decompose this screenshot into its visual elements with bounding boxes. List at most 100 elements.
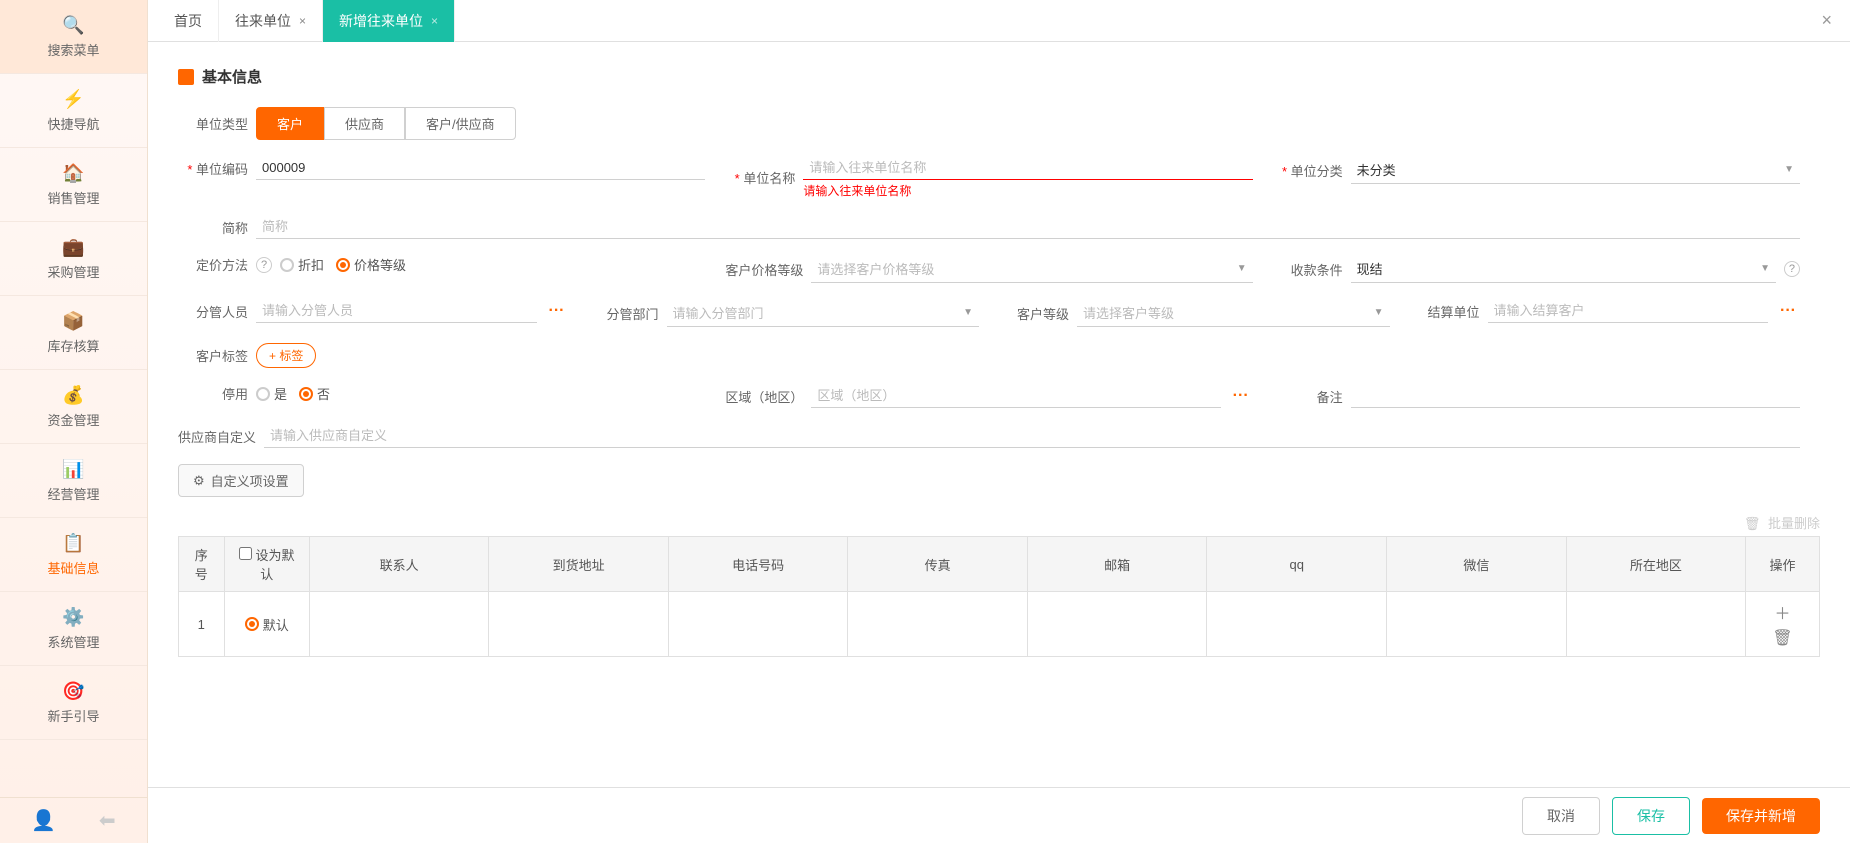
- remark-input[interactable]: [1351, 384, 1800, 408]
- tab-contacts[interactable]: 往来单位 ×: [219, 0, 323, 42]
- settlement-unit-more-btn[interactable]: ···: [1776, 302, 1800, 320]
- unit-category-select[interactable]: 未分类 ▼: [1351, 156, 1800, 184]
- batch-delete-label[interactable]: 批量删除: [1768, 516, 1820, 531]
- type-btn-supplier[interactable]: 供应商: [324, 107, 405, 140]
- tab-bar: 首页 往来单位 × 新增往来单位 × ×: [148, 0, 1850, 42]
- unit-code-input[interactable]: [256, 156, 705, 180]
- bottom-bar: 取消 保存 保存并新增: [148, 787, 1850, 843]
- sidebar-user-icon[interactable]: 👤: [31, 808, 56, 833]
- abbr-input[interactable]: [256, 215, 1800, 239]
- row-fax[interactable]: [848, 592, 1028, 657]
- tab-new-contact-close[interactable]: ×: [431, 14, 438, 28]
- sidebar-item-label: 采购管理: [47, 262, 99, 281]
- sidebar: 🔍 搜索菜单 ⚡ 快捷导航 🏠 销售管理 💼 采购管理 📦 库存核算 💰 资金管…: [0, 0, 148, 843]
- row-region-input[interactable]: [1577, 617, 1736, 632]
- unit-name-input[interactable]: [803, 156, 1252, 180]
- payment-terms-value: 现结: [1357, 259, 1756, 278]
- sidebar-item-guide[interactable]: 🎯 新手引导: [0, 666, 147, 740]
- sidebar-bottom: 👤 ⬅: [0, 797, 147, 843]
- save-and-new-button[interactable]: 保存并新增: [1702, 798, 1820, 834]
- department-placeholder: 请输入分管部门: [673, 303, 960, 322]
- col-wechat: 微信: [1387, 537, 1567, 592]
- sidebar-item-inventory[interactable]: 📦 库存核算: [0, 296, 147, 370]
- sidebar-expand-icon[interactable]: ⬅: [99, 808, 116, 833]
- type-btn-customer[interactable]: 客户: [256, 107, 324, 140]
- customer-level-select[interactable]: 请选择客户等级 ▼: [1077, 299, 1390, 327]
- unit-name-input-wrap: 请输入往来单位名称: [803, 156, 1252, 199]
- row-phone-input[interactable]: [679, 617, 838, 632]
- department-select[interactable]: 请输入分管部门 ▼: [667, 299, 980, 327]
- disabled-yes-radio[interactable]: 是: [256, 384, 287, 403]
- row-default-radio[interactable]: 默认: [235, 615, 299, 634]
- row-default: 默认: [224, 592, 309, 657]
- pricing-discount-radio[interactable]: 折扣: [280, 255, 324, 274]
- row-contact-input[interactable]: [320, 617, 479, 632]
- col-action: 操作: [1746, 537, 1820, 592]
- sidebar-item-label: 搜索菜单: [47, 40, 99, 59]
- row-address-input[interactable]: [499, 617, 658, 632]
- tab-new-contact[interactable]: 新增往来单位 ×: [323, 0, 455, 42]
- col-address: 到货地址: [489, 537, 669, 592]
- col-email: 邮箱: [1027, 537, 1207, 592]
- sidebar-item-operations[interactable]: 📊 经营管理: [0, 444, 147, 518]
- settlement-unit-group: 结算单位 ···: [1410, 299, 1821, 323]
- payment-terms-select[interactable]: 现结 ▼: [1351, 255, 1776, 283]
- pricing-radio-group: 折扣 价格等级: [280, 255, 406, 274]
- row-region[interactable]: [1566, 592, 1746, 657]
- sidebar-item-system[interactable]: ⚙️ 系统管理: [0, 592, 147, 666]
- add-tag-button[interactable]: + 标签: [256, 343, 316, 368]
- tab-contacts-close[interactable]: ×: [299, 14, 306, 28]
- tab-home[interactable]: 首页: [158, 0, 219, 42]
- row-email[interactable]: [1027, 592, 1207, 657]
- row-add-button[interactable]: ＋: [1771, 598, 1795, 626]
- pricing-method-group: 定价方法 ? 折扣 价格等级: [178, 255, 725, 274]
- region-input[interactable]: [811, 384, 1220, 408]
- disabled-no-radio[interactable]: 否: [299, 384, 330, 403]
- row-contact[interactable]: [309, 592, 489, 657]
- manager-more-btn[interactable]: ···: [545, 302, 569, 320]
- pricing-level-radio[interactable]: 价格等级: [336, 255, 406, 274]
- customer-level-arrow: ▼: [1374, 307, 1384, 318]
- cancel-button[interactable]: 取消: [1522, 797, 1600, 835]
- region-more-btn[interactable]: ···: [1229, 387, 1253, 405]
- row-wechat-input[interactable]: [1397, 617, 1556, 632]
- sidebar-item-quick-nav[interactable]: ⚡ 快捷导航: [0, 74, 147, 148]
- save-button[interactable]: 保存: [1612, 797, 1690, 835]
- abbr-row: 简称: [178, 215, 1820, 239]
- payment-terms-help-icon[interactable]: ?: [1784, 261, 1800, 277]
- supplier-custom-input[interactable]: [264, 424, 1800, 448]
- row-address[interactable]: [489, 592, 669, 657]
- row-default-label: 默认: [263, 615, 289, 634]
- unit-category-label: 单位分类: [1273, 161, 1343, 180]
- row-wechat[interactable]: [1387, 592, 1567, 657]
- window-close-button[interactable]: ×: [1813, 6, 1840, 35]
- unit-name-group: 单位名称 请输入往来单位名称: [725, 156, 1272, 199]
- payment-terms-arrow: ▼: [1760, 263, 1770, 274]
- pricing-help-icon[interactable]: ?: [256, 257, 272, 273]
- department-label: 分管部门: [589, 304, 659, 323]
- sales-icon: 🏠: [63, 162, 85, 184]
- row-phone[interactable]: [668, 592, 848, 657]
- unit-category-arrow: ▼: [1784, 164, 1794, 175]
- customer-price-level-select[interactable]: 请选择客户价格等级 ▼: [811, 255, 1252, 283]
- sidebar-item-search[interactable]: 🔍 搜索菜单: [0, 0, 147, 74]
- settlement-unit-input[interactable]: [1488, 299, 1769, 323]
- row-email-input[interactable]: [1038, 617, 1197, 632]
- type-btn-both[interactable]: 客户/供应商: [405, 107, 516, 140]
- sidebar-item-sales[interactable]: 🏠 销售管理: [0, 148, 147, 222]
- custom-settings-button[interactable]: ⚙ 自定义项设置: [178, 464, 304, 497]
- customer-price-level-arrow: ▼: [1237, 263, 1247, 274]
- unit-info-row: 单位编码 单位名称 请输入往来单位名称 单位分类 未分类 ▼: [178, 156, 1820, 199]
- sidebar-item-basic-info[interactable]: 📋 基础信息: [0, 518, 147, 592]
- unit-type-label: 单位类型: [178, 114, 248, 133]
- col-contact: 联系人: [309, 537, 489, 592]
- row-fax-input[interactable]: [858, 617, 1017, 632]
- sidebar-item-purchase[interactable]: 💼 采购管理: [0, 222, 147, 296]
- row-delete-button[interactable]: 🗑: [1768, 626, 1796, 650]
- row-qq-input[interactable]: [1217, 617, 1376, 632]
- disabled-no-label: 否: [317, 384, 330, 403]
- sidebar-item-finance[interactable]: 💰 资金管理: [0, 370, 147, 444]
- select-all-checkbox[interactable]: [239, 547, 252, 560]
- manager-input[interactable]: [256, 299, 537, 323]
- row-qq[interactable]: [1207, 592, 1387, 657]
